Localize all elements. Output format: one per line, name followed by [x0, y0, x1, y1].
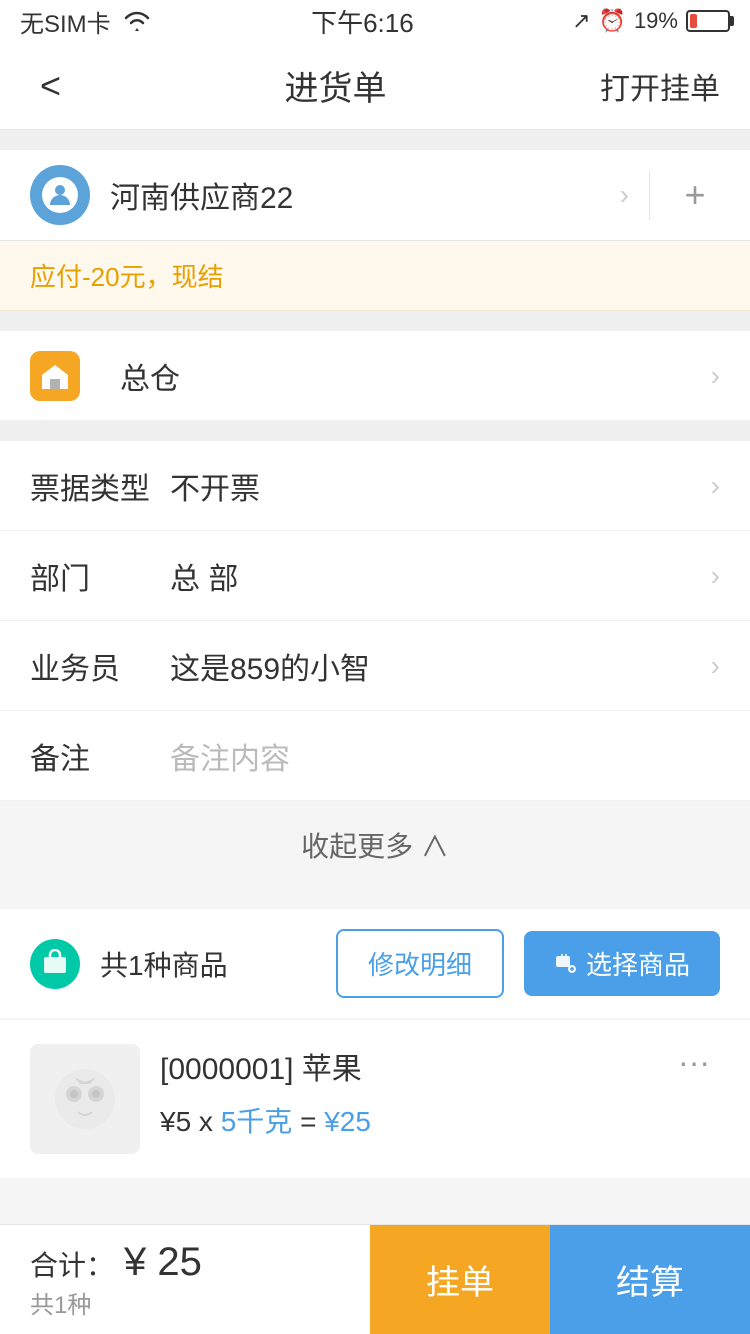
open-hang-button[interactable]: 打开挂单: [600, 64, 720, 108]
form-section: 票据类型 不开票 › 部门 总 部 › 业务员 这是859的小智 › 备注 备注…: [0, 441, 750, 801]
products-icon-bg: [30, 939, 80, 989]
select-product-label: 选择商品: [586, 945, 690, 982]
collapse-button[interactable]: 收起更多 ∧: [0, 801, 750, 889]
total-value: ¥ 25: [124, 1240, 202, 1285]
warehouse-icon: [40, 361, 70, 391]
salesperson-row[interactable]: 业务员 这是859的小智 ›: [0, 621, 750, 711]
supplier-name: 河南供应商22: [110, 173, 610, 217]
edit-detail-button[interactable]: 修改明细: [336, 929, 504, 998]
product-info: [0000001] 苹果 ¥5 x 5千克 = ¥25: [160, 1044, 668, 1140]
product-thumbnail: [30, 1044, 140, 1154]
supplier-chevron: ›: [620, 179, 629, 211]
department-value: 总 部: [150, 554, 711, 598]
product-price: ¥5 x 5千克 = ¥25: [160, 1100, 668, 1140]
status-left: 无SIM卡: [20, 4, 153, 39]
supplier-row[interactable]: 河南供应商22 ›: [30, 150, 629, 240]
battery-label: 19%: [634, 8, 678, 34]
footer-bar: 合计： ¥ 25 共1种 挂单 结算: [0, 1224, 750, 1334]
products-count: 共1种商品: [100, 944, 336, 984]
product-title: 苹果: [302, 1053, 362, 1086]
equals-label: =: [300, 1106, 324, 1137]
department-row[interactable]: 部门 总 部 ›: [0, 531, 750, 621]
page-title: 进货单: [285, 61, 387, 110]
quantity-label: 5千克: [221, 1106, 293, 1137]
supplier-divider: [649, 170, 650, 220]
remark-row[interactable]: 备注 备注内容: [0, 711, 750, 801]
status-bar: 无SIM卡 下午6:16 ↗ ⏰ 19%: [0, 0, 750, 42]
add-supplier-button[interactable]: +: [670, 170, 720, 220]
remark-value: 备注内容: [150, 734, 720, 778]
info-text: 应付-20元，现结: [30, 262, 224, 292]
alarm-icon: ⏰: [599, 8, 626, 34]
product-code: [0000001]: [160, 1053, 302, 1086]
section-divider-1: [0, 130, 750, 150]
nav-bar: < 进货单 打开挂单: [0, 42, 750, 130]
remark-label: 备注: [30, 734, 150, 778]
hang-button[interactable]: 挂单: [370, 1225, 550, 1334]
warehouse-icon-bg: [30, 351, 80, 401]
total-label: ¥25: [324, 1106, 371, 1137]
product-item: [0000001] 苹果 ¥5 x 5千克 = ¥25 ···: [0, 1020, 750, 1178]
invoice-type-chevron: ›: [711, 470, 720, 502]
back-button[interactable]: <: [30, 55, 71, 117]
invoice-type-value: 不开票: [150, 464, 711, 508]
select-product-icon: [554, 952, 578, 976]
product-name: [0000001] 苹果: [160, 1044, 668, 1088]
checkout-button[interactable]: 结算: [550, 1225, 750, 1334]
total-count: 共1种: [30, 1292, 91, 1319]
battery-icon: [686, 10, 730, 32]
product-more-button[interactable]: ···: [668, 1044, 720, 1081]
department-label: 部门: [30, 554, 150, 598]
salesperson-label: 业务员: [30, 644, 150, 688]
supplier-avatar: [30, 165, 90, 225]
select-product-button[interactable]: 选择商品: [524, 931, 720, 996]
invoice-type-label: 票据类型: [30, 464, 150, 508]
products-header: 共1种商品 修改明细 选择商品: [0, 909, 750, 1018]
supplier-section: 河南供应商22 › +: [0, 150, 750, 241]
price-label: ¥5 x: [160, 1106, 221, 1137]
footer-total: 合计： ¥ 25 共1种: [0, 1240, 370, 1320]
section-divider-2: [0, 311, 750, 331]
salesperson-value: 这是859的小智: [150, 644, 711, 688]
info-banner: 应付-20元，现结: [0, 241, 750, 311]
location-icon: ↗: [572, 8, 590, 34]
person-icon: [46, 181, 74, 209]
warehouse-row[interactable]: 总仓 ›: [0, 331, 750, 421]
department-chevron: ›: [711, 560, 720, 592]
section-divider-3: [0, 421, 750, 441]
owl-logo: [50, 1064, 120, 1134]
warehouse-chevron: ›: [711, 360, 720, 392]
warehouse-name: 总仓: [100, 354, 701, 398]
invoice-type-row[interactable]: 票据类型 不开票 ›: [0, 441, 750, 531]
carrier-label: 无SIM卡: [20, 4, 111, 39]
total-label: 合计：: [30, 1244, 114, 1284]
cart-icon: [40, 949, 70, 979]
status-right: ↗ ⏰ 19%: [572, 8, 730, 34]
status-time: 下午6:16: [311, 3, 414, 40]
salesperson-chevron: ›: [711, 650, 720, 682]
wifi-icon: [121, 10, 153, 32]
